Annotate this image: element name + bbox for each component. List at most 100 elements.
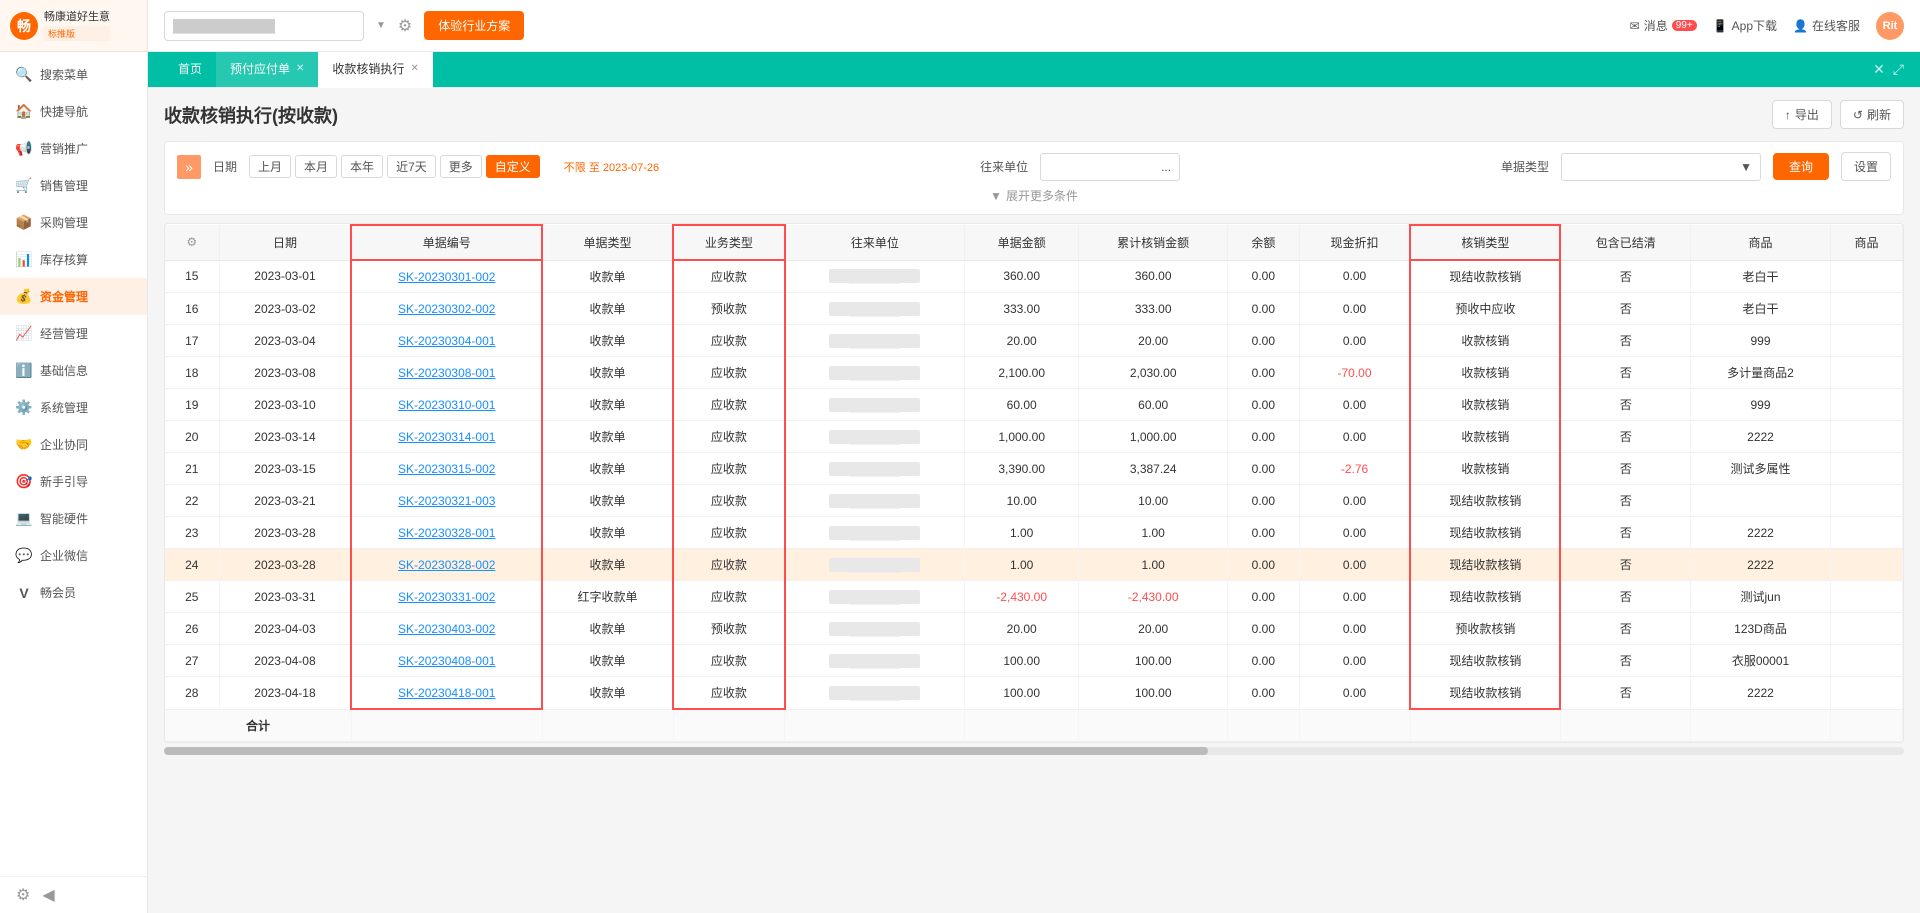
sidebar-item-operation[interactable]: 📈 经营管理 xyxy=(0,315,147,352)
date-filter-label: 日期 xyxy=(213,158,237,175)
tab-collection[interactable]: 收款核销执行 ✕ xyxy=(318,52,432,88)
app-label: App下载 xyxy=(1732,17,1777,34)
service-btn[interactable]: 👤 在线客服 xyxy=(1793,17,1860,34)
sidebar-item-label: 企业协同 xyxy=(40,436,88,453)
refresh-btn[interactable]: ↺ 刷新 xyxy=(1840,100,1904,129)
avatar[interactable]: Rit xyxy=(1876,12,1904,40)
counterpart-select[interactable]: ... xyxy=(1040,153,1180,181)
sidebar-item-marketing[interactable]: 📢 营销推广 xyxy=(0,130,147,167)
sidebar-item-finance[interactable]: 💰 资金管理 xyxy=(0,278,147,315)
cell-no: 22 xyxy=(165,485,219,517)
cell-amount: 3,390.00 xyxy=(964,453,1079,485)
code-link[interactable]: SK-20230310-001 xyxy=(398,398,495,412)
filter-7days[interactable]: 近7天 xyxy=(387,155,436,178)
cell-cum-amount: 3,387.24 xyxy=(1079,453,1228,485)
filter-this-month[interactable]: 本月 xyxy=(295,155,337,178)
tab-prepay-close[interactable]: ✕ xyxy=(296,63,304,74)
cell-included: 否 xyxy=(1560,581,1690,613)
code-link[interactable]: SK-20230408-001 xyxy=(398,654,495,668)
query-btn[interactable]: 查询 xyxy=(1773,153,1829,180)
cell-balance: 0.00 xyxy=(1227,485,1299,517)
code-link[interactable]: SK-20230418-001 xyxy=(398,686,495,700)
filter-collapse-btn[interactable]: » xyxy=(177,155,201,179)
cell-amount: 100.00 xyxy=(964,645,1079,677)
cell-bill-type: 收款单 xyxy=(542,645,673,677)
industry-btn[interactable]: 体验行业方案 xyxy=(424,11,524,40)
cell-amount: 1.00 xyxy=(964,549,1079,581)
th-balance: 余额 xyxy=(1227,225,1299,260)
receipt-type-label: 单据类型 xyxy=(1501,158,1549,175)
topbar-search-text: ████████████ xyxy=(173,19,275,33)
column-settings-icon[interactable]: ⚙ xyxy=(186,235,197,249)
filter-custom[interactable]: 自定义 xyxy=(486,155,540,178)
sidebar-item-quicknav[interactable]: 🏠 快捷导航 xyxy=(0,93,147,130)
code-link[interactable]: SK-20230331-002 xyxy=(398,590,495,604)
cell-product2 xyxy=(1831,453,1903,485)
cell-product1: 测试多属性 xyxy=(1691,453,1831,485)
sidebar-item-basic[interactable]: ℹ️ 基础信息 xyxy=(0,352,147,389)
code-link[interactable]: SK-20230321-003 xyxy=(398,494,495,508)
footer-label: 合计 xyxy=(165,709,351,741)
code-link[interactable]: SK-20230315-002 xyxy=(398,462,495,476)
code-link[interactable]: SK-20230403-002 xyxy=(398,622,495,636)
table-row: 27 2023-04-08 SK-20230408-001 收款单 应收款 ██… xyxy=(165,645,1903,677)
sidebar-item-purchase[interactable]: 📦 采购管理 xyxy=(0,204,147,241)
code-link[interactable]: SK-20230328-001 xyxy=(398,526,495,540)
sidebar-item-corp[interactable]: 🤝 企业协同 xyxy=(0,426,147,463)
code-link[interactable]: SK-20230314-001 xyxy=(398,430,495,444)
cell-amount: 1.00 xyxy=(964,517,1079,549)
th-date: 日期 xyxy=(219,225,351,260)
tab-collection-close[interactable]: ✕ xyxy=(410,63,418,74)
tab-maximize-icon[interactable]: ⤢ xyxy=(1893,61,1904,78)
filter-more[interactable]: 更多 xyxy=(440,155,482,178)
sidebar-item-system[interactable]: ⚙️ 系统管理 xyxy=(0,389,147,426)
sidebar-item-weixin[interactable]: 💬 企业微信 xyxy=(0,537,147,574)
filter-this-year[interactable]: 本年 xyxy=(341,155,383,178)
cell-verify-type: 收款核销 xyxy=(1410,325,1560,357)
sidebar-item-guide[interactable]: 🎯 新手引导 xyxy=(0,463,147,500)
table-row: 22 2023-03-21 SK-20230321-003 收款单 应收款 ██… xyxy=(165,485,1903,517)
collapse-icon: » xyxy=(185,159,193,175)
cell-bill-type: 收款单 xyxy=(542,517,673,549)
tab-close-all-icon[interactable]: ✕ xyxy=(1873,61,1885,78)
cell-product2 xyxy=(1831,549,1903,581)
code-link[interactable]: SK-20230304-001 xyxy=(398,334,495,348)
code-link[interactable]: SK-20230302-002 xyxy=(398,302,495,316)
sidebar-collapse-btn[interactable]: ◀ xyxy=(42,885,54,905)
tab-home[interactable]: 首页 xyxy=(164,52,216,88)
topbar-gear-icon[interactable]: ⚙ xyxy=(398,16,412,36)
sidebar-item-inventory[interactable]: 📊 库存核算 xyxy=(0,241,147,278)
sidebar-item-member[interactable]: V 畅会员 xyxy=(0,574,147,611)
export-btn[interactable]: ↑ 导出 xyxy=(1772,100,1832,129)
expand-more-row: ▼ 展开更多条件 xyxy=(177,187,1891,204)
data-table: ⚙ 日期 单据编号 单据类型 业务类型 往来单位 单据金额 累计核销金额 余额 … xyxy=(165,224,1903,742)
horizontal-scrollbar[interactable] xyxy=(164,747,1904,755)
cell-discount: 0.00 xyxy=(1299,677,1410,710)
cell-counterpart: ██████ xyxy=(785,421,965,453)
cell-cum-amount: 360.00 xyxy=(1079,260,1228,293)
app-download-btn[interactable]: 📱 App下载 xyxy=(1713,17,1777,34)
settings-btn[interactable]: 设置 xyxy=(1841,152,1891,181)
cell-product2 xyxy=(1831,517,1903,549)
cell-no: 18 xyxy=(165,357,219,389)
th-settings[interactable]: ⚙ xyxy=(165,225,219,260)
topbar-dropdown-icon[interactable]: ▼ xyxy=(376,20,386,31)
code-link[interactable]: SK-20230328-002 xyxy=(398,558,495,572)
sidebar-item-hardware[interactable]: 💻 智能硬件 xyxy=(0,500,147,537)
topbar-search-box[interactable]: ████████████ xyxy=(164,11,364,41)
sidebar-settings-btn[interactable]: ⚙ xyxy=(16,885,30,905)
code-link[interactable]: SK-20230301-002 xyxy=(398,270,495,284)
sidebar-item-search[interactable]: 🔍 搜索菜单 xyxy=(0,56,147,93)
finance-icon: 💰 xyxy=(16,289,32,305)
cell-product1: 123D商品 xyxy=(1691,613,1831,645)
expand-more-btn[interactable]: ▼ 展开更多条件 xyxy=(990,187,1078,204)
filter-last-month[interactable]: 上月 xyxy=(249,155,291,178)
receipt-type-select[interactable]: ▼ xyxy=(1561,153,1761,181)
tab-prepay[interactable]: 预付应付单 ✕ xyxy=(216,52,318,88)
cell-code: SK-20230310-001 xyxy=(351,389,542,421)
table-header-row: ⚙ 日期 单据编号 单据类型 业务类型 往来单位 单据金额 累计核销金额 余额 … xyxy=(165,225,1903,260)
sidebar-item-sales[interactable]: 🛒 销售管理 xyxy=(0,167,147,204)
cell-code: SK-20230302-002 xyxy=(351,293,542,325)
message-btn[interactable]: ✉ 消息 99+ xyxy=(1630,17,1697,34)
code-link[interactable]: SK-20230308-001 xyxy=(398,366,495,380)
